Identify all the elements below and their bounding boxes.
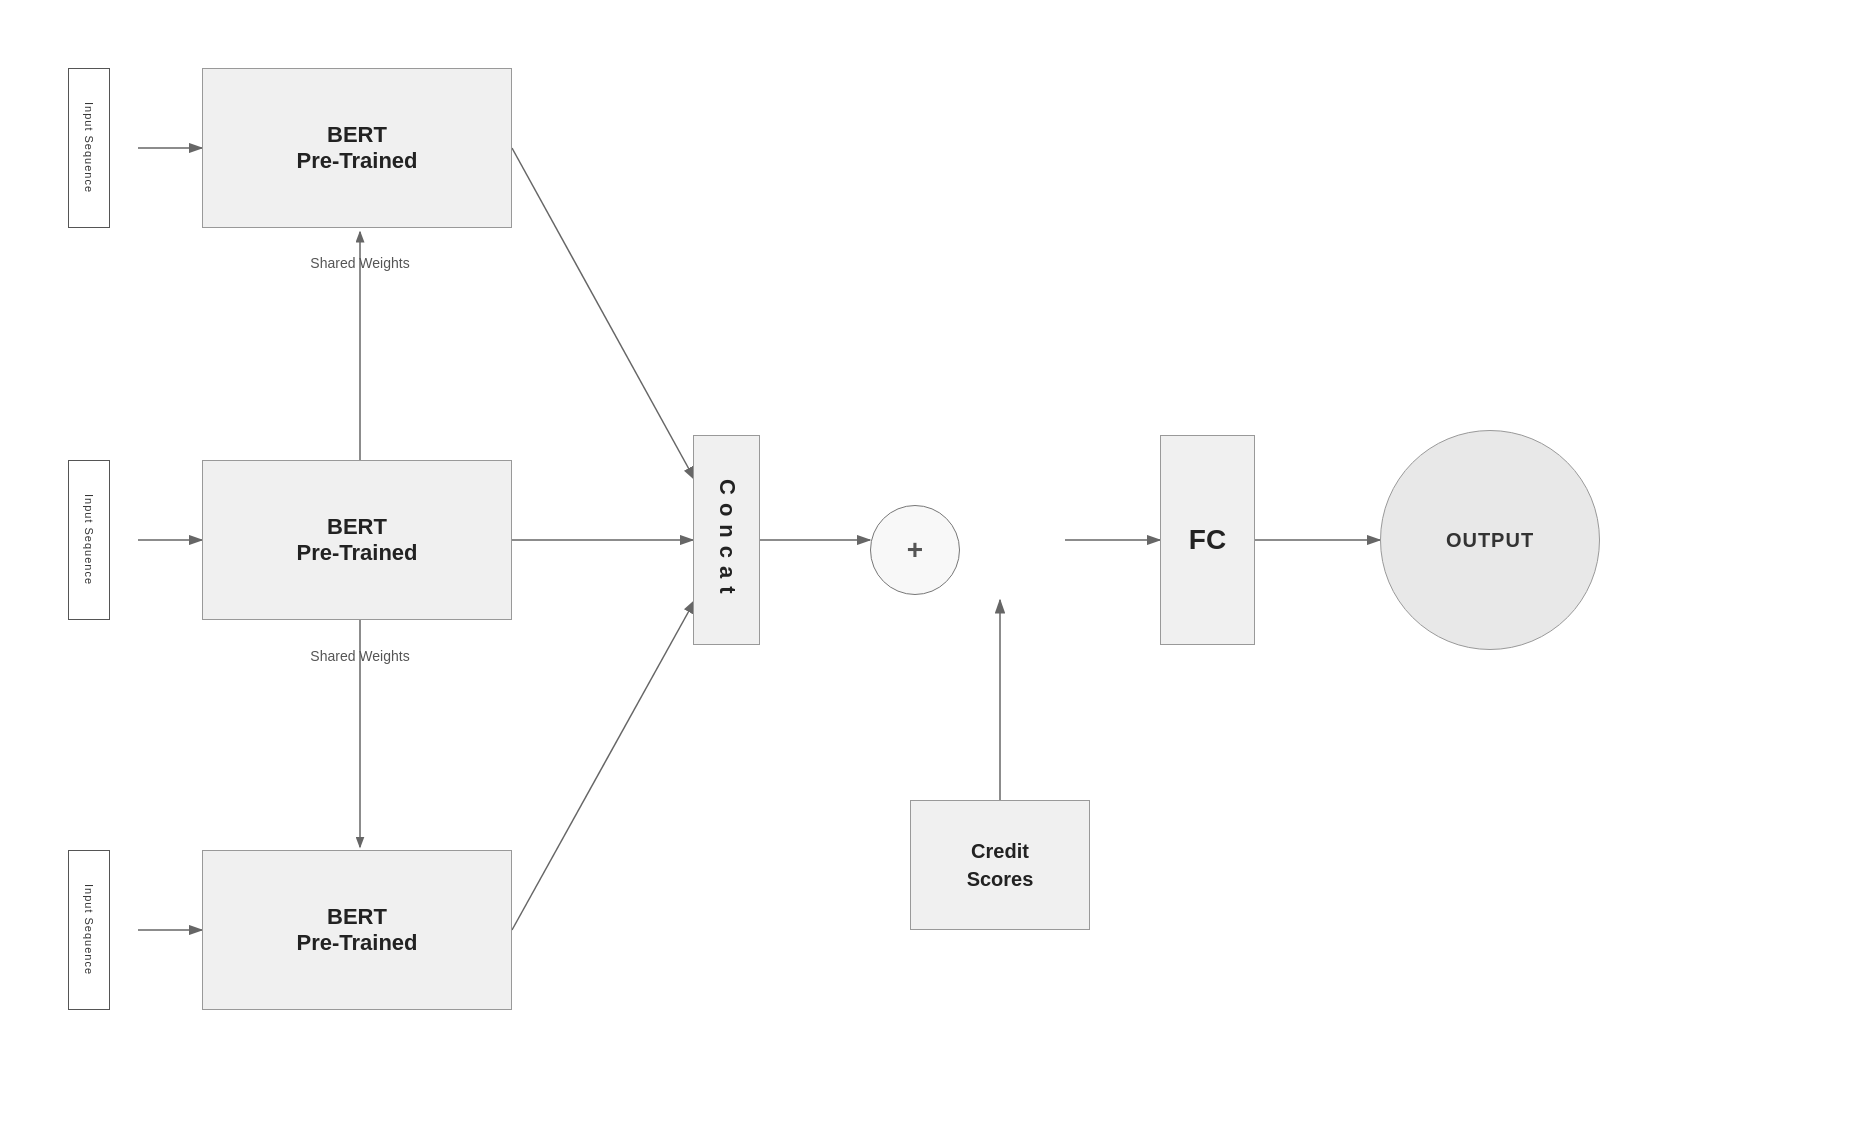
diagram-container: Input Sequence BERT Pre-Trained Shared W… (0, 0, 1854, 1130)
input-sequence-2: Input Sequence (68, 460, 110, 620)
concat-box: Concat (693, 435, 760, 645)
credit-scores-box: CreditScores (910, 800, 1090, 930)
input-label-2: Input Sequence (82, 494, 96, 585)
bert-box-1: BERT Pre-Trained (202, 68, 512, 228)
plus-circle: + (870, 505, 960, 595)
bert-pretrained-label-1: Pre-Trained (296, 148, 417, 174)
output-circle: OUTPUT (1380, 430, 1600, 650)
output-label: OUTPUT (1446, 529, 1534, 552)
svg-line-7 (512, 148, 695, 480)
bert-pretrained-label-2: Pre-Trained (296, 540, 417, 566)
shared-weights-label-1: Shared Weights (250, 255, 470, 271)
fc-label: FC (1189, 524, 1226, 556)
bert-box-2: BERT Pre-Trained (202, 460, 512, 620)
input-label-3: Input Sequence (82, 884, 96, 975)
svg-line-9 (512, 600, 695, 930)
bert-label-2: BERT (327, 514, 387, 540)
input-sequence-3: Input Sequence (68, 850, 110, 1010)
input-sequence-1: Input Sequence (68, 68, 110, 228)
shared-weights-label-2: Shared Weights (250, 648, 470, 664)
fc-box: FC (1160, 435, 1255, 645)
bert-label-3: BERT (327, 904, 387, 930)
concat-label: Concat (714, 479, 740, 602)
bert-label-1: BERT (327, 122, 387, 148)
plus-label: + (907, 534, 923, 566)
bert-box-3: BERT Pre-Trained (202, 850, 512, 1010)
bert-pretrained-label-3: Pre-Trained (296, 930, 417, 956)
credit-scores-label: CreditScores (967, 837, 1034, 893)
input-label-1: Input Sequence (82, 102, 96, 193)
